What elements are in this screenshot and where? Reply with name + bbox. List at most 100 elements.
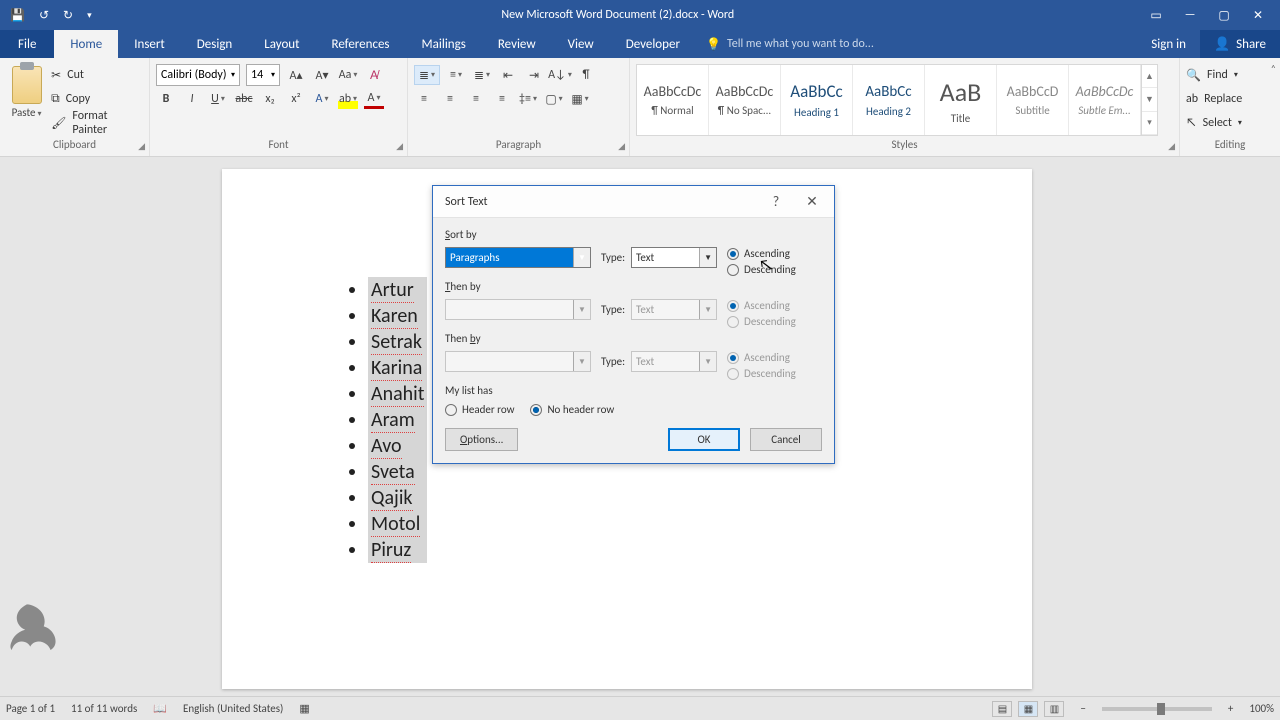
decrease-indent-icon[interactable]: ⇤ — [498, 65, 518, 85]
minimize-icon[interactable]: — — [1178, 8, 1202, 22]
zoom-out-icon[interactable]: − — [1080, 702, 1085, 715]
align-center-icon[interactable]: ≡ — [440, 89, 460, 109]
word-count[interactable]: 11 of 11 words — [71, 702, 137, 715]
clipboard-launcher-icon[interactable]: ◢ — [138, 140, 145, 154]
superscript-icon[interactable]: x² — [286, 89, 306, 109]
font-launcher-icon[interactable]: ◢ — [396, 140, 403, 154]
select-button[interactable]: ↖Select▾ — [1186, 112, 1242, 134]
font-size-combo[interactable]: 14▾ — [246, 64, 280, 86]
style-subtitle[interactable]: AaBbCcDSubtitle — [997, 65, 1069, 135]
list-item[interactable]: Anahit — [368, 381, 427, 407]
tab-file[interactable]: File — [0, 30, 54, 58]
tab-design[interactable]: Design — [181, 30, 248, 58]
tab-developer[interactable]: Developer — [610, 30, 696, 58]
text-effects-icon[interactable]: A — [312, 89, 332, 109]
styles-scroll-down-icon[interactable]: ▼ — [1142, 88, 1157, 111]
find-button[interactable]: 🔍Find▾ — [1186, 64, 1242, 86]
list-item[interactable]: Qajik — [368, 485, 427, 511]
paste-button[interactable]: Paste — [6, 64, 47, 119]
bulleted-list[interactable]: ArturKarenSetrakKarinaAnahitAramAvoSveta… — [350, 277, 427, 563]
list-item[interactable]: Karen — [368, 303, 427, 329]
header-row-radio[interactable]: Header row — [445, 403, 514, 416]
replace-button[interactable]: abReplace — [1186, 88, 1242, 110]
grow-font-icon[interactable]: A▴ — [286, 65, 306, 85]
highlight-icon[interactable]: ab — [338, 89, 358, 109]
list-item[interactable]: Sveta — [368, 459, 427, 485]
strikethrough-icon[interactable]: abc — [234, 89, 254, 109]
shrink-font-icon[interactable]: A▾ — [312, 65, 332, 85]
ribbon-display-icon[interactable]: ▭ — [1144, 8, 1168, 23]
styles-gallery[interactable]: AaBbCcDc¶ Normal AaBbCcDc¶ No Spac... Aa… — [636, 64, 1158, 136]
redo-icon[interactable]: ↻ — [63, 8, 73, 23]
save-icon[interactable]: 💾 — [10, 8, 25, 23]
tab-home[interactable]: Home — [54, 30, 118, 58]
bullets-icon[interactable]: ≣ — [414, 65, 440, 85]
underline-icon[interactable]: U — [208, 89, 228, 109]
numbering-icon[interactable]: ≡ — [446, 65, 466, 85]
justify-icon[interactable]: ≡ — [492, 89, 512, 109]
list-item[interactable]: Karina — [368, 355, 427, 381]
align-left-icon[interactable]: ≡ — [414, 89, 434, 109]
sort-by-combo[interactable]: Paragraphs ▼ — [445, 247, 591, 268]
maximize-icon[interactable]: ▢ — [1212, 8, 1236, 23]
read-mode-icon[interactable]: ▤ — [992, 701, 1012, 717]
no-header-row-radio[interactable]: No header row — [530, 403, 614, 416]
style-subtle-em[interactable]: AaBbCcDcSubtle Em... — [1069, 65, 1141, 135]
tab-references[interactable]: References — [316, 30, 406, 58]
tab-insert[interactable]: Insert — [118, 30, 181, 58]
ok-button[interactable]: OK — [668, 428, 740, 451]
bold-icon[interactable]: B — [156, 89, 176, 109]
chevron-down-icon[interactable]: ▼ — [699, 248, 716, 267]
list-item[interactable]: Artur — [368, 277, 427, 303]
sign-in-link[interactable]: Sign in — [1137, 30, 1200, 58]
sort-type-combo-1[interactable]: Text ▼ — [631, 247, 717, 268]
dialog-close-icon[interactable]: ✕ — [794, 186, 830, 216]
cut-button[interactable]: ✂Cut — [51, 64, 143, 86]
styles-expand-icon[interactable]: ▾ — [1142, 112, 1157, 135]
line-spacing-icon[interactable]: ‡≡ — [518, 89, 538, 109]
style-title[interactable]: AaBTitle — [925, 65, 997, 135]
shading-icon[interactable]: ▢ — [544, 89, 564, 109]
paragraph-launcher-icon[interactable]: ◢ — [618, 140, 625, 154]
chevron-down-icon[interactable]: ▼ — [573, 248, 590, 267]
font-color-icon[interactable]: A — [364, 89, 384, 109]
multilevel-icon[interactable]: ≣ — [472, 65, 492, 85]
change-case-icon[interactable]: Aa — [338, 65, 358, 85]
subscript-icon[interactable]: x₂ — [260, 89, 280, 109]
tell-me-search[interactable]: 💡 Tell me what you want to do... — [706, 30, 874, 58]
language-status[interactable]: English (United States) — [183, 702, 283, 715]
close-icon[interactable]: ✕ — [1246, 8, 1270, 23]
show-hide-icon[interactable]: ¶ — [576, 65, 596, 85]
styles-launcher-icon[interactable]: ◢ — [1168, 140, 1175, 154]
zoom-in-icon[interactable]: + — [1228, 702, 1233, 715]
list-item[interactable]: Avo — [368, 433, 427, 459]
borders-icon[interactable]: ▦ — [570, 89, 590, 109]
tab-review[interactable]: Review — [482, 30, 552, 58]
list-item[interactable]: Piruz — [368, 537, 427, 563]
list-item[interactable]: Motol — [368, 511, 427, 537]
style-heading1[interactable]: AaBbCcHeading 1 — [781, 65, 853, 135]
style-heading2[interactable]: AaBbCcHeading 2 — [853, 65, 925, 135]
collapse-ribbon-icon[interactable]: ˄ — [1271, 62, 1276, 75]
chevron-down-icon[interactable]: ▼ — [573, 300, 590, 319]
share-button[interactable]: 👤 Share — [1200, 30, 1280, 58]
tab-mailings[interactable]: Mailings — [406, 30, 482, 58]
list-item[interactable]: Aram — [368, 407, 427, 433]
increase-indent-icon[interactable]: ⇥ — [524, 65, 544, 85]
tab-layout[interactable]: Layout — [248, 30, 315, 58]
zoom-slider[interactable] — [1102, 707, 1212, 711]
tab-view[interactable]: View — [552, 30, 610, 58]
dialog-help-icon[interactable]: ? — [758, 186, 794, 216]
ascending-radio-1[interactable]: Ascending — [727, 247, 796, 260]
clear-formatting-icon[interactable]: A̸ — [364, 65, 384, 85]
options-button[interactable]: Options... — [445, 428, 518, 451]
italic-icon[interactable]: I — [182, 89, 202, 109]
print-layout-icon[interactable]: ▦ — [1018, 701, 1038, 717]
page-status[interactable]: Page 1 of 1 — [6, 702, 55, 715]
copy-button[interactable]: ⧉Copy — [51, 88, 143, 110]
font-name-combo[interactable]: Calibri (Body)▾ — [156, 64, 240, 86]
macro-icon[interactable]: ▦ — [299, 702, 309, 715]
sort-icon[interactable]: A↓ — [550, 65, 570, 85]
list-item[interactable]: Setrak — [368, 329, 427, 355]
then-by-combo-1[interactable]: ▼ — [445, 299, 591, 320]
